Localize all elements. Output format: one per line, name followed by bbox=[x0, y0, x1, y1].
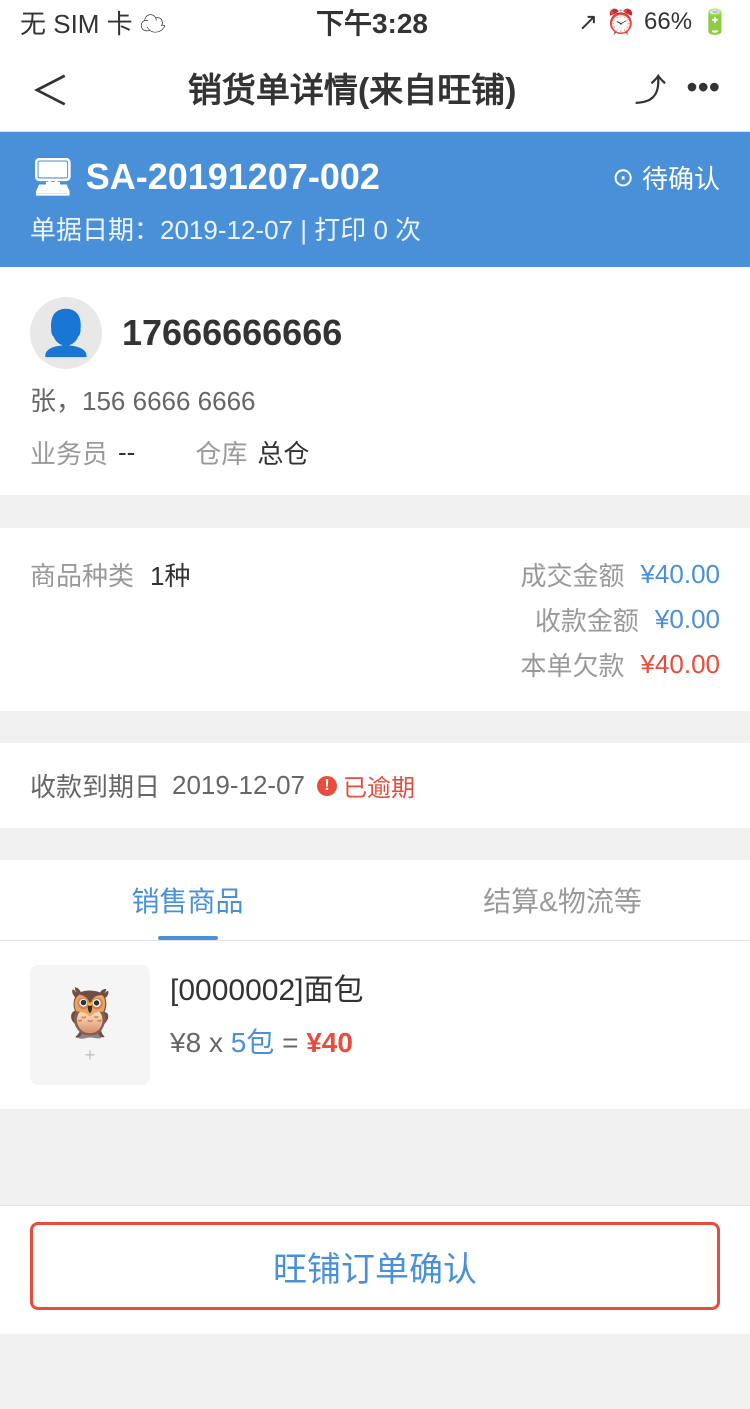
product-logo-icon: 🦉 bbox=[60, 984, 120, 1041]
product-price-row: ¥8 x 5包 = ¥40 bbox=[170, 1021, 720, 1061]
order-icon: 🖥 bbox=[30, 156, 76, 198]
deal-value: ¥40.00 bbox=[640, 559, 720, 590]
product-name: [0000002]面包 bbox=[170, 965, 720, 1009]
more-icon[interactable]: ••• bbox=[686, 69, 720, 106]
owed-value: ¥40.00 bbox=[640, 649, 720, 680]
product-image: 🦉 + bbox=[30, 965, 150, 1085]
product-total: ¥40 bbox=[306, 1027, 353, 1058]
nav-bar: ＜ 销货单详情(来自旺铺) ⤴ ••• bbox=[0, 44, 750, 132]
user-icon: 👤 bbox=[39, 307, 94, 359]
product-item: 🦉 + [0000002]面包 ¥8 x 5包 = ¥40 bbox=[0, 941, 750, 1109]
status-right: ↗ ⏰ 66% 🔋 bbox=[578, 8, 730, 37]
overdue-text: 已逾期 bbox=[343, 768, 415, 803]
owed-label: 本单欠款 bbox=[520, 646, 624, 683]
tab-settlement[interactable]: 结算&物流等 bbox=[375, 860, 750, 940]
battery-icon: 🔋 bbox=[700, 8, 730, 37]
location-icon: ↗ bbox=[578, 8, 598, 37]
nav-actions: ⤴ ••• bbox=[634, 65, 720, 111]
alarm-icon: ⏰ bbox=[606, 8, 636, 37]
avatar: 👤 bbox=[30, 297, 102, 369]
product-type-value: 1种 bbox=[150, 556, 190, 593]
customer-section: 👤 17666666666 张，156 6666 6666 业务员 -- 仓库 … bbox=[0, 267, 750, 496]
deal-label: 成交金额 bbox=[520, 556, 624, 593]
due-section: 收款到期日 2019-12-07 ! 已逾期 bbox=[0, 743, 750, 828]
overdue-badge: ! 已逾期 bbox=[317, 768, 415, 803]
divider-2 bbox=[0, 711, 750, 727]
divider-3 bbox=[0, 828, 750, 844]
status-time: 下午3:28 bbox=[316, 2, 428, 42]
back-button[interactable]: ＜ bbox=[30, 59, 70, 117]
due-date: 2019-12-07 bbox=[172, 770, 305, 801]
status-tag: ⊙ 待确认 bbox=[612, 159, 720, 196]
warehouse-value: 总仓 bbox=[257, 434, 309, 471]
receipt-value: ¥0.00 bbox=[655, 604, 720, 635]
warehouse-label: 仓库 bbox=[195, 434, 247, 471]
divider-1 bbox=[0, 496, 750, 512]
customer-phone: 17666666666 bbox=[122, 312, 342, 354]
product-qty: 5包 bbox=[231, 1027, 275, 1058]
product-logo-plus: + bbox=[85, 1045, 96, 1066]
sales-label: 业务员 bbox=[30, 434, 108, 471]
bottom-btn-container: 旺铺订单确认 bbox=[0, 1205, 750, 1334]
tabs-bar: 销售商品 结算&物流等 bbox=[0, 860, 750, 941]
customer-meta: 业务员 -- 仓库 总仓 bbox=[30, 434, 720, 471]
page-title: 销货单详情(来自旺铺) bbox=[188, 63, 517, 112]
receipt-label: 收款金额 bbox=[535, 601, 639, 638]
status-left: 无 SIM 卡 ☁ bbox=[20, 4, 166, 41]
order-meta: 单据日期：2019-12-07 | 打印 0 次 bbox=[30, 210, 720, 247]
summary-section: 商品种类 1种 成交金额 ¥40.00 收款金额 ¥0.00 本单欠款 ¥40.… bbox=[0, 528, 750, 711]
product-type-label: 商品种类 bbox=[30, 556, 134, 593]
clock-icon: ⊙ bbox=[612, 162, 634, 193]
tabs-section: 销售商品 结算&物流等 🦉 + [0000002]面包 ¥8 x 5包 = ¥4… bbox=[0, 860, 750, 1109]
overdue-icon: ! bbox=[317, 776, 337, 796]
tab-sales[interactable]: 销售商品 bbox=[0, 860, 375, 940]
order-header: 🖥 SA-20191207-002 ⊙ 待确认 单据日期：2019-12-07 … bbox=[0, 132, 750, 267]
confirm-order-button[interactable]: 旺铺订单确认 bbox=[30, 1222, 720, 1310]
order-id: 🖥 SA-20191207-002 bbox=[30, 156, 380, 198]
product-info: [0000002]面包 ¥8 x 5包 = ¥40 bbox=[170, 965, 720, 1061]
battery-status: 66% bbox=[644, 8, 692, 36]
customer-name: 张，156 6666 6666 bbox=[30, 381, 720, 418]
due-label: 收款到期日 bbox=[30, 767, 160, 804]
status-text: 待确认 bbox=[642, 159, 720, 196]
sales-value: -- bbox=[118, 437, 135, 468]
share-icon[interactable]: ⤴ bbox=[634, 65, 666, 111]
sim-status: 无 SIM 卡 ☁ bbox=[20, 4, 166, 41]
status-bar: 无 SIM 卡 ☁ 下午3:28 ↗ ⏰ 66% 🔋 bbox=[0, 0, 750, 44]
